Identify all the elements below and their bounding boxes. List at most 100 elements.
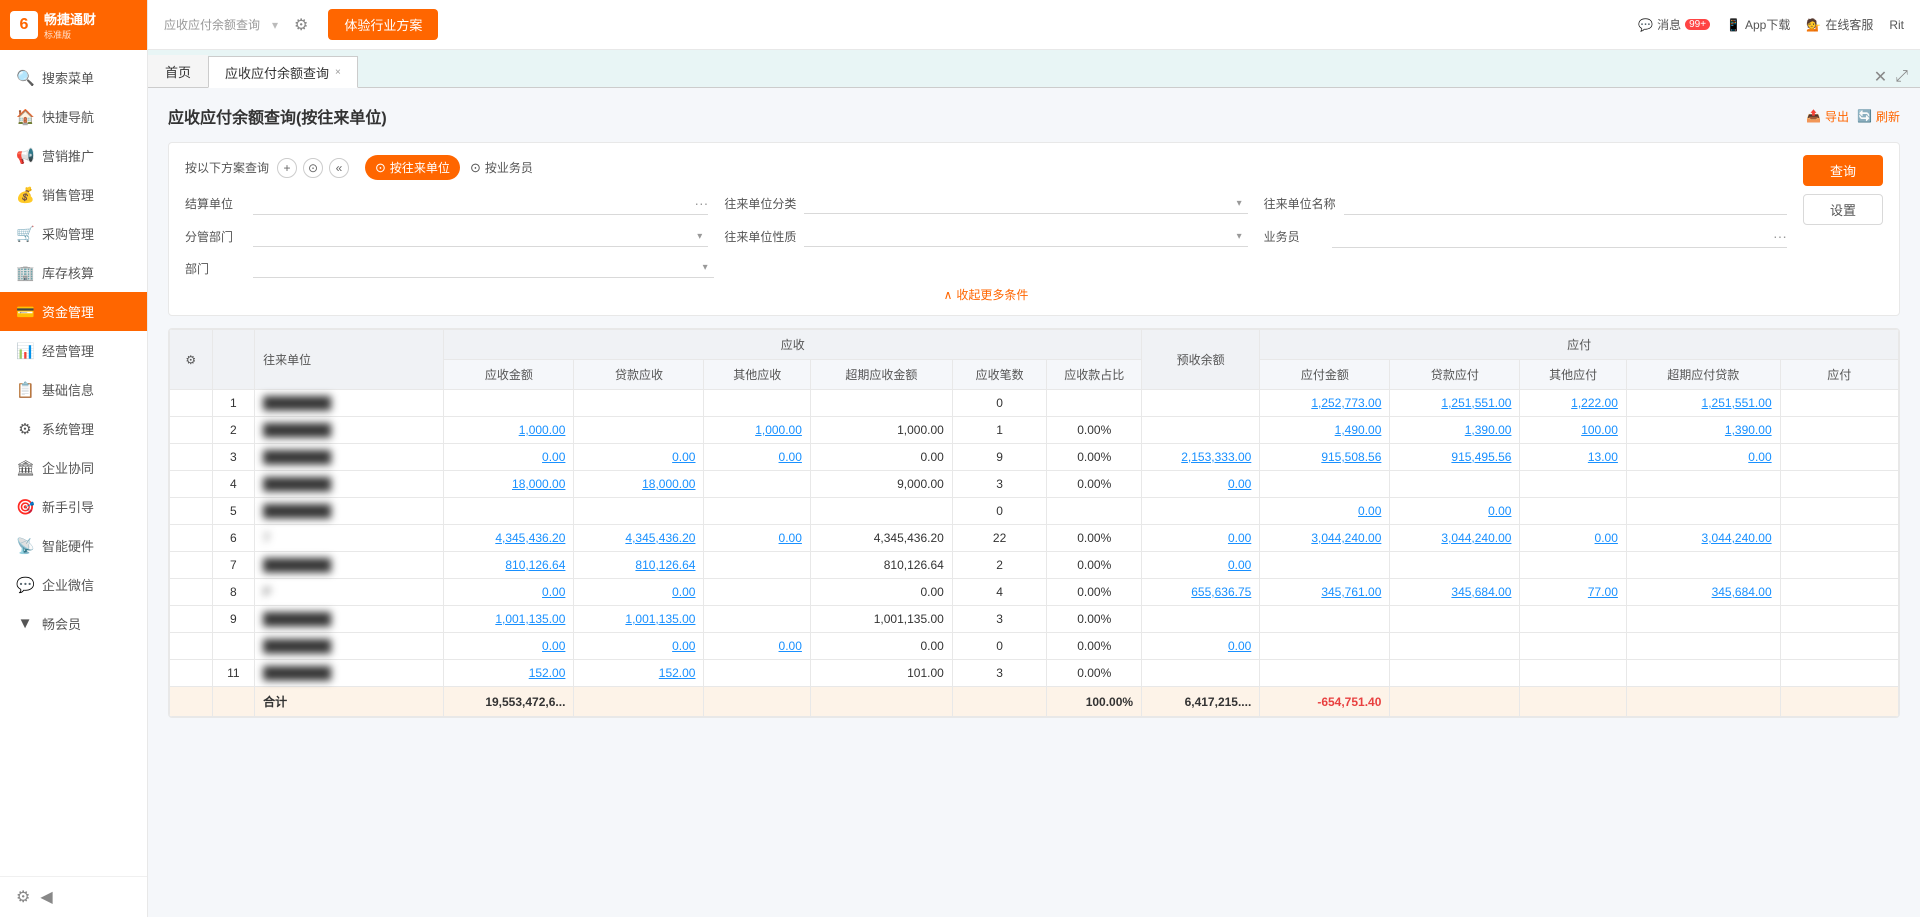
table-cell[interactable]: 1,251,551.00 [1390, 390, 1520, 417]
filter-collapse-button[interactable]: « [329, 158, 349, 178]
tabbar-expand-icon[interactable]: ⤢ [1895, 68, 1908, 86]
table-cell[interactable]: 810,126.64 [444, 552, 574, 579]
table-cell[interactable]: 0.00 [1520, 525, 1626, 552]
table-cell[interactable]: 0.00 [704, 525, 810, 552]
refresh-button[interactable]: 🔄 刷新 [1857, 108, 1900, 125]
filter-option-by-unit[interactable]: ⊙ 按往来单位 [365, 155, 460, 180]
salesperson-input[interactable] [1332, 225, 1773, 247]
sidebar-item-inventory[interactable]: 🏢 库存核算 [0, 253, 147, 292]
sidebar-item-baseinfo[interactable]: 📋 基础信息 [0, 370, 147, 409]
settlement-input[interactable] [253, 192, 694, 214]
table-cell[interactable]: 2,153,333.00 [1142, 444, 1260, 471]
sidebar-item-newbie[interactable]: 🎯 新手引导 [0, 487, 147, 526]
sidebar-item-marketing[interactable]: 📢 营销推广 [0, 136, 147, 175]
sidebar-item-quicknav[interactable]: 🏠 快捷导航 [0, 97, 147, 136]
table-cell[interactable]: 0.00 [704, 444, 810, 471]
table-cell[interactable]: 152.00 [444, 660, 574, 687]
filter-settings-button[interactable]: ⊙ [303, 158, 323, 178]
topbar-message[interactable]: 💬 消息 99+ [1638, 16, 1710, 33]
table-cell[interactable]: 0.00 [704, 633, 810, 660]
filter-add-button[interactable]: + [277, 158, 297, 178]
table-cell[interactable]: 345,761.00 [1260, 579, 1390, 606]
tab-close-icon[interactable]: × [335, 67, 341, 78]
table-cell[interactable]: 0.00 [1390, 498, 1520, 525]
unit-category-select[interactable]: ▾ [804, 194, 1247, 214]
table-cell[interactable]: 345,684.00 [1390, 579, 1520, 606]
table-cell[interactable]: 655,636.75 [1142, 579, 1260, 606]
table-cell[interactable]: 0.00 [1142, 525, 1260, 552]
sidebar-settings-icon[interactable]: ⚙ [16, 887, 30, 907]
table-cell[interactable]: 0.00 [444, 444, 574, 471]
topbar-user[interactable]: Rit [1889, 18, 1904, 32]
table-cell[interactable]: 3,044,240.00 [1260, 525, 1390, 552]
table-cell[interactable]: 1,390.00 [1390, 417, 1520, 444]
table-cell[interactable]: 0.00 [1142, 633, 1260, 660]
table-cell[interactable]: 1,001,135.00 [444, 606, 574, 633]
table-cell[interactable]: 3,044,240.00 [1626, 525, 1780, 552]
unit-nature-select[interactable]: ▾ [804, 227, 1247, 247]
solution-button[interactable]: 体验行业方案 [328, 9, 438, 40]
unit-name-input[interactable] [1344, 192, 1787, 215]
sidebar-item-wechat[interactable]: 💬 企业微信 [0, 565, 147, 604]
dept-select[interactable]: ▾ [253, 227, 708, 247]
table-cell[interactable]: 915,495.56 [1390, 444, 1520, 471]
table-cell[interactable]: 1,000.00 [704, 417, 810, 444]
table-cell[interactable]: 0.00 [1142, 471, 1260, 498]
table-cell[interactable]: 1,252,773.00 [1260, 390, 1390, 417]
table-settings-header[interactable]: ⚙ [170, 330, 213, 390]
table-cell[interactable]: 1,490.00 [1260, 417, 1390, 444]
topbar-service[interactable]: 💁 在线客服 [1806, 16, 1873, 33]
table-cell[interactable]: 0.00 [574, 633, 704, 660]
sidebar-item-hardware[interactable]: 📡 智能硬件 [0, 526, 147, 565]
sidebar-item-member[interactable]: ▼ 畅会员 [0, 604, 147, 643]
table-cell [574, 417, 704, 444]
table-cell[interactable]: 0.00 [1142, 552, 1260, 579]
subdept-select[interactable]: ▾ [253, 258, 714, 278]
tab-home[interactable]: 首页 [148, 55, 208, 87]
table-cell[interactable]: 13.00 [1520, 444, 1626, 471]
table-cell[interactable]: 3,044,240.00 [1390, 525, 1520, 552]
tabbar-close-icon[interactable]: ✕ [1874, 67, 1887, 87]
filter-option-by-staff[interactable]: ⊙ 按业务员 [460, 155, 543, 180]
table-cell[interactable]: 0.00 [1260, 498, 1390, 525]
table-cell[interactable]: 1,251,551.00 [1626, 390, 1780, 417]
footer-label-cell: 合计 [255, 687, 444, 717]
table-cell[interactable]: 1,001,135.00 [574, 606, 704, 633]
table-cell[interactable]: 152.00 [574, 660, 704, 687]
tab-arbalance[interactable]: 应收应付余额查询 × [208, 56, 358, 88]
table-cell[interactable]: 1,390.00 [1626, 417, 1780, 444]
sidebar-item-capital[interactable]: 💳 资金管理 [0, 292, 147, 331]
table-cell[interactable]: 77.00 [1520, 579, 1626, 606]
table-cell[interactable]: 915,508.56 [1260, 444, 1390, 471]
table-cell[interactable]: 1,000.00 [444, 417, 574, 444]
table-cell[interactable]: 0.00 [1626, 444, 1780, 471]
settlement-dots-icon[interactable]: ··· [694, 195, 708, 211]
sidebar-item-sysadmin[interactable]: ⚙ 系统管理 [0, 409, 147, 448]
table-cell[interactable]: 0.00 [444, 633, 574, 660]
table-cell[interactable]: 0.00 [574, 579, 704, 606]
salesperson-dots-icon[interactable]: ··· [1773, 228, 1787, 244]
sidebar-item-corp[interactable]: 🏛 企业协同 [0, 448, 147, 487]
set-button[interactable]: 设置 [1803, 194, 1883, 225]
sidebar-item-search[interactable]: 🔍 搜索菜单 [0, 58, 147, 97]
table-cell[interactable]: 100.00 [1520, 417, 1626, 444]
sidebar-item-purchase[interactable]: 🛒 采购管理 [0, 214, 147, 253]
table-cell[interactable]: 4,345,436.20 [444, 525, 574, 552]
table-cell[interactable]: 4,345,436.20 [574, 525, 704, 552]
table-cell[interactable]: 18,000.00 [574, 471, 704, 498]
sidebar-collapse-icon[interactable]: ◀ [40, 887, 52, 907]
table-cell[interactable]: 1,222.00 [1520, 390, 1626, 417]
export-button[interactable]: 📤 导出 [1806, 108, 1849, 125]
table-cell[interactable]: 0.00 [574, 444, 704, 471]
sidebar-item-operate[interactable]: 📊 经营管理 [0, 331, 147, 370]
topbar-gear-icon[interactable]: ⚙ [294, 15, 308, 35]
table-cell[interactable]: 18,000.00 [444, 471, 574, 498]
table-cell[interactable]: 810,126.64 [574, 552, 704, 579]
filter-collapse-more-button[interactable]: ∧ 收起更多条件 [185, 286, 1787, 303]
table-cell[interactable]: 345,684.00 [1626, 579, 1780, 606]
sidebar-item-sales[interactable]: 💰 销售管理 [0, 175, 147, 214]
query-button[interactable]: 查询 [1803, 155, 1883, 186]
topbar-app-download[interactable]: 📱 App下载 [1726, 16, 1790, 33]
table-cell[interactable]: 0.00 [444, 579, 574, 606]
marketing-icon: 📢 [16, 147, 34, 165]
